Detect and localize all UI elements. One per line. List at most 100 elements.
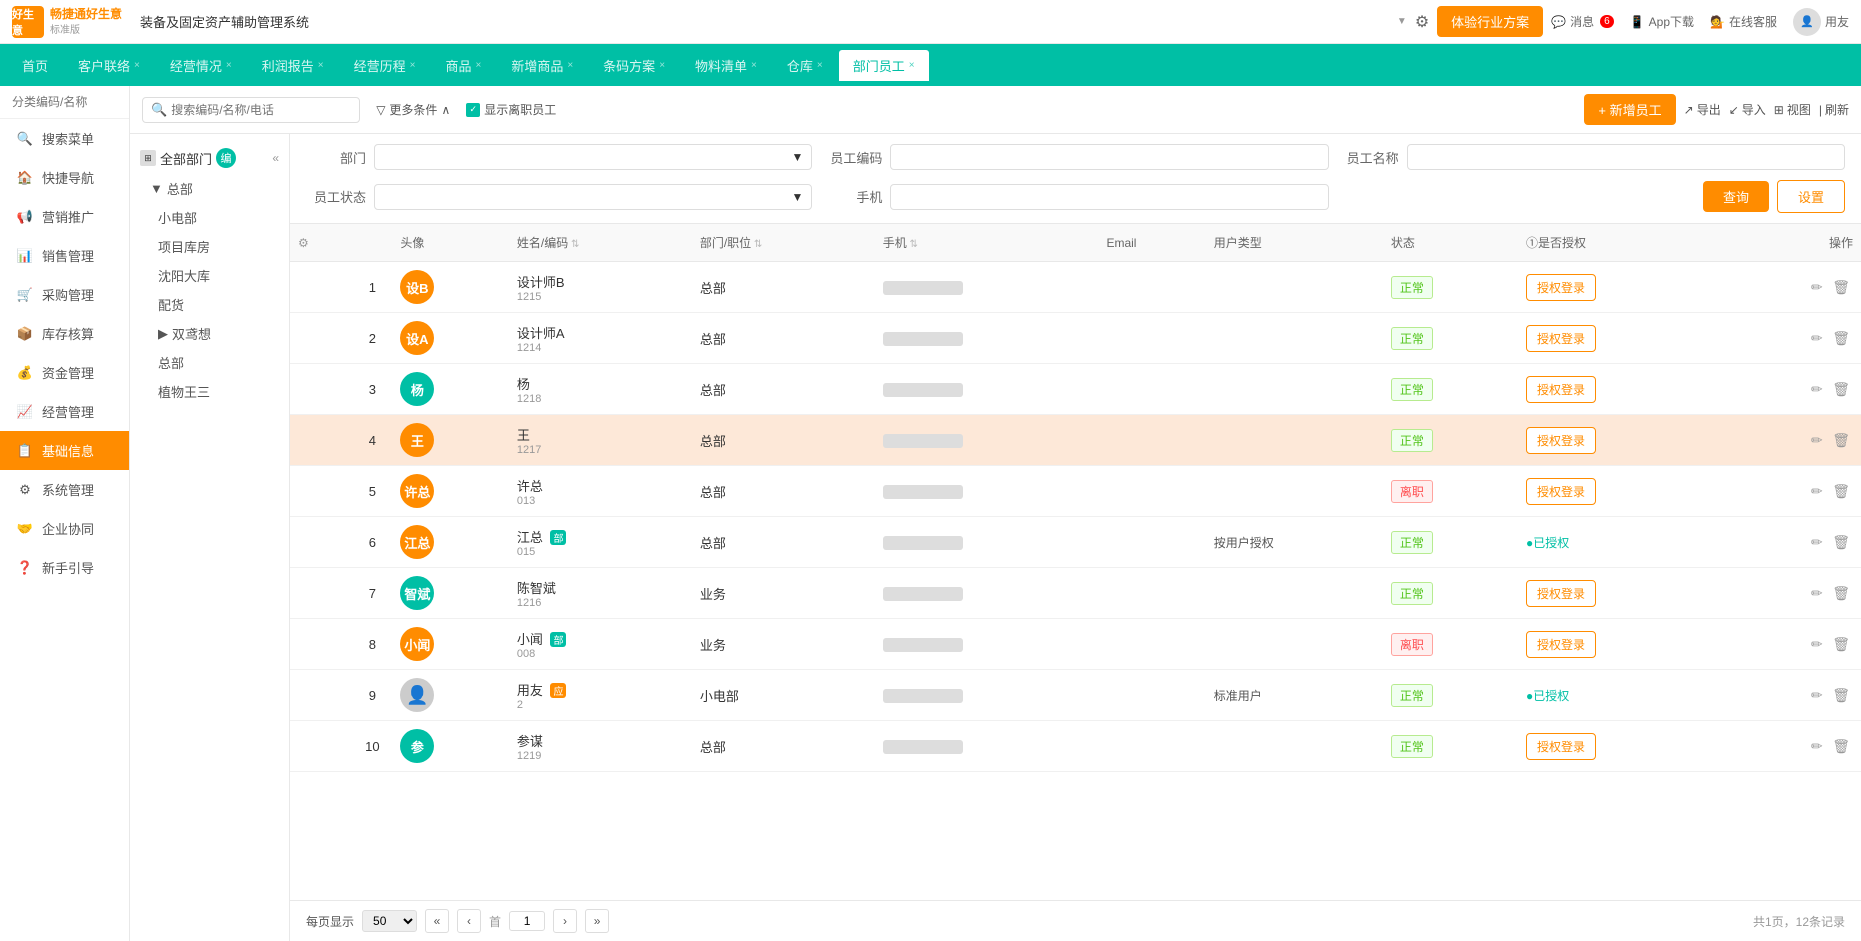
dept-node-shuangyuan[interactable]: ▶ 双鸢想 [130, 319, 289, 348]
close-icon[interactable]: × [475, 60, 481, 71]
delete-button[interactable]: 🗑 [1832, 738, 1850, 754]
export-btn[interactable]: ↗ 导出 [1684, 101, 1721, 118]
sidebar-item-search[interactable]: 🔍 搜索菜单 [0, 119, 129, 158]
settings-icon[interactable]: ⚙ [1415, 12, 1429, 32]
more-filter-btn[interactable]: ▽ 更多条件 ∧ [368, 97, 458, 122]
close-icon[interactable]: × [226, 60, 232, 71]
close-icon[interactable]: × [410, 60, 416, 71]
close-icon[interactable]: × [134, 60, 140, 71]
edit-button[interactable]: ✏ [1811, 432, 1823, 448]
tab-history[interactable]: 经营历程 × [340, 50, 430, 81]
close-icon[interactable]: × [318, 60, 324, 71]
delete-button[interactable]: 🗑 [1832, 636, 1850, 652]
edit-button[interactable]: ✏ [1811, 279, 1823, 295]
dept-node-zongbu[interactable]: 总部 [130, 348, 289, 377]
edit-button[interactable]: ✏ [1811, 534, 1823, 550]
page-input[interactable]: 1 [509, 911, 545, 931]
message-btn[interactable]: 💬 消息 6 [1551, 13, 1614, 30]
employee-search-input[interactable] [171, 103, 351, 117]
sidebar-item-basic[interactable]: 📋 基础信息 [0, 431, 129, 470]
delete-button[interactable]: 🗑 [1832, 381, 1850, 397]
emp-name-input[interactable] [1407, 144, 1845, 170]
sidebar-item-collab[interactable]: 🤝 企业协同 [0, 509, 129, 548]
edit-button[interactable]: ✏ [1811, 381, 1823, 397]
view-btn[interactable]: ⊞ 视图 [1774, 101, 1811, 118]
close-icon[interactable]: × [659, 60, 665, 71]
system-dropdown-arrow[interactable]: ▼ [1397, 16, 1407, 27]
settings-column-header[interactable]: ⚙ [290, 224, 352, 262]
phone-column-header[interactable]: 手机 [875, 224, 1099, 262]
delete-button[interactable]: 🗑 [1832, 534, 1850, 550]
next-page-btn[interactable]: › [553, 909, 577, 933]
tab-home[interactable]: 首页 [8, 50, 62, 81]
auth-login-button[interactable]: 授权登录 [1526, 325, 1596, 352]
edit-button[interactable]: ✏ [1811, 687, 1823, 703]
auth-login-button[interactable]: 授权登录 [1526, 580, 1596, 607]
name-column-header[interactable]: 姓名/编码 [509, 224, 692, 262]
delete-button[interactable]: 🗑 [1832, 483, 1850, 499]
sidebar-search-input[interactable] [12, 95, 130, 109]
sidebar-item-guide[interactable]: ❓ 新手引导 [0, 548, 129, 587]
edit-button[interactable]: ✏ [1811, 636, 1823, 652]
auth-login-button[interactable]: 授权登录 [1526, 733, 1596, 760]
sidebar-item-purchase[interactable]: 🛒 采购管理 [0, 275, 129, 314]
dept-node-peihuo[interactable]: 配货 [130, 290, 289, 319]
sidebar-item-marketing[interactable]: 📢 营销推广 [0, 197, 129, 236]
tab-employees[interactable]: 部门员工 × [839, 50, 929, 81]
trial-button[interactable]: 体验行业方案 [1437, 6, 1543, 37]
add-employee-button[interactable]: + 新增员工 [1584, 94, 1675, 125]
last-page-btn[interactable]: » [585, 909, 609, 933]
tab-operations[interactable]: 经营情况 × [156, 50, 246, 81]
sidebar-item-system[interactable]: ⚙ 系统管理 [0, 470, 129, 509]
emp-code-input[interactable] [890, 144, 1328, 170]
dept-select[interactable]: ▼ [374, 144, 812, 170]
tab-goods[interactable]: 商品 × [431, 50, 495, 81]
import-btn[interactable]: ↙ 导入 [1729, 101, 1766, 118]
dept-collapse-btn[interactable]: « [272, 151, 279, 165]
edit-button[interactable]: ✏ [1811, 738, 1823, 754]
refresh-btn[interactable]: | 刷新 [1819, 101, 1849, 118]
edit-button[interactable]: ✏ [1811, 483, 1823, 499]
sidebar-search[interactable]: 🔍 [0, 86, 129, 119]
phone-input[interactable] [890, 184, 1328, 210]
search-box[interactable]: 🔍 [142, 97, 360, 123]
tab-profit[interactable]: 利润报告 × [248, 50, 338, 81]
auth-login-button[interactable]: 授权登录 [1526, 274, 1596, 301]
dept-node-shenyang[interactable]: 沈阳大库 [130, 261, 289, 290]
sidebar-item-shortcut[interactable]: 🏠 快捷导航 [0, 158, 129, 197]
dept-node-xiaodian[interactable]: 小电部 [130, 203, 289, 232]
delete-button[interactable]: 🗑 [1832, 279, 1850, 295]
auth-login-button[interactable]: 授权登录 [1526, 631, 1596, 658]
prev-page-btn[interactable]: ‹ [457, 909, 481, 933]
online-service-btn[interactable]: 💁 在线客服 [1710, 13, 1777, 30]
sidebar-item-finance[interactable]: 💰 资金管理 [0, 353, 129, 392]
tab-bom[interactable]: 物料清单 × [681, 50, 771, 81]
close-icon[interactable]: × [567, 60, 573, 71]
page-size-select[interactable]: 50 20 100 [362, 910, 417, 932]
query-button[interactable]: 查询 [1703, 181, 1769, 212]
close-icon[interactable]: × [909, 60, 915, 71]
sidebar-item-inventory[interactable]: 📦 库存核算 [0, 314, 129, 353]
tab-warehouse[interactable]: 仓库 × [773, 50, 837, 81]
edit-button[interactable]: ✏ [1811, 585, 1823, 601]
tab-new-goods[interactable]: 新增商品 × [497, 50, 587, 81]
auth-login-button[interactable]: 授权登录 [1526, 427, 1596, 454]
sidebar-item-sales[interactable]: 📊 销售管理 [0, 236, 129, 275]
first-page-btn[interactable]: « [425, 909, 449, 933]
dept-column-header[interactable]: 部门/职位 [692, 224, 875, 262]
dept-edit-btn[interactable]: 编 [216, 148, 236, 168]
tab-barcode[interactable]: 条码方案 × [589, 50, 679, 81]
app-download-btn[interactable]: 📱 App下载 [1630, 13, 1694, 30]
close-icon[interactable]: × [817, 60, 823, 71]
dept-node-project[interactable]: 项目库房 [130, 232, 289, 261]
auth-login-button[interactable]: 授权登录 [1526, 376, 1596, 403]
sidebar-item-operations[interactable]: 📈 经营管理 [0, 392, 129, 431]
dept-node-head[interactable]: ▼ 总部 [130, 174, 289, 203]
edit-button[interactable]: ✏ [1811, 330, 1823, 346]
delete-button[interactable]: 🗑 [1832, 585, 1850, 601]
delete-button[interactable]: 🗑 [1832, 432, 1850, 448]
set-button[interactable]: 设置 [1777, 180, 1845, 213]
close-icon[interactable]: × [751, 60, 757, 71]
user-btn[interactable]: 👤 用友 [1793, 8, 1849, 36]
status-select[interactable]: ▼ [374, 184, 812, 210]
